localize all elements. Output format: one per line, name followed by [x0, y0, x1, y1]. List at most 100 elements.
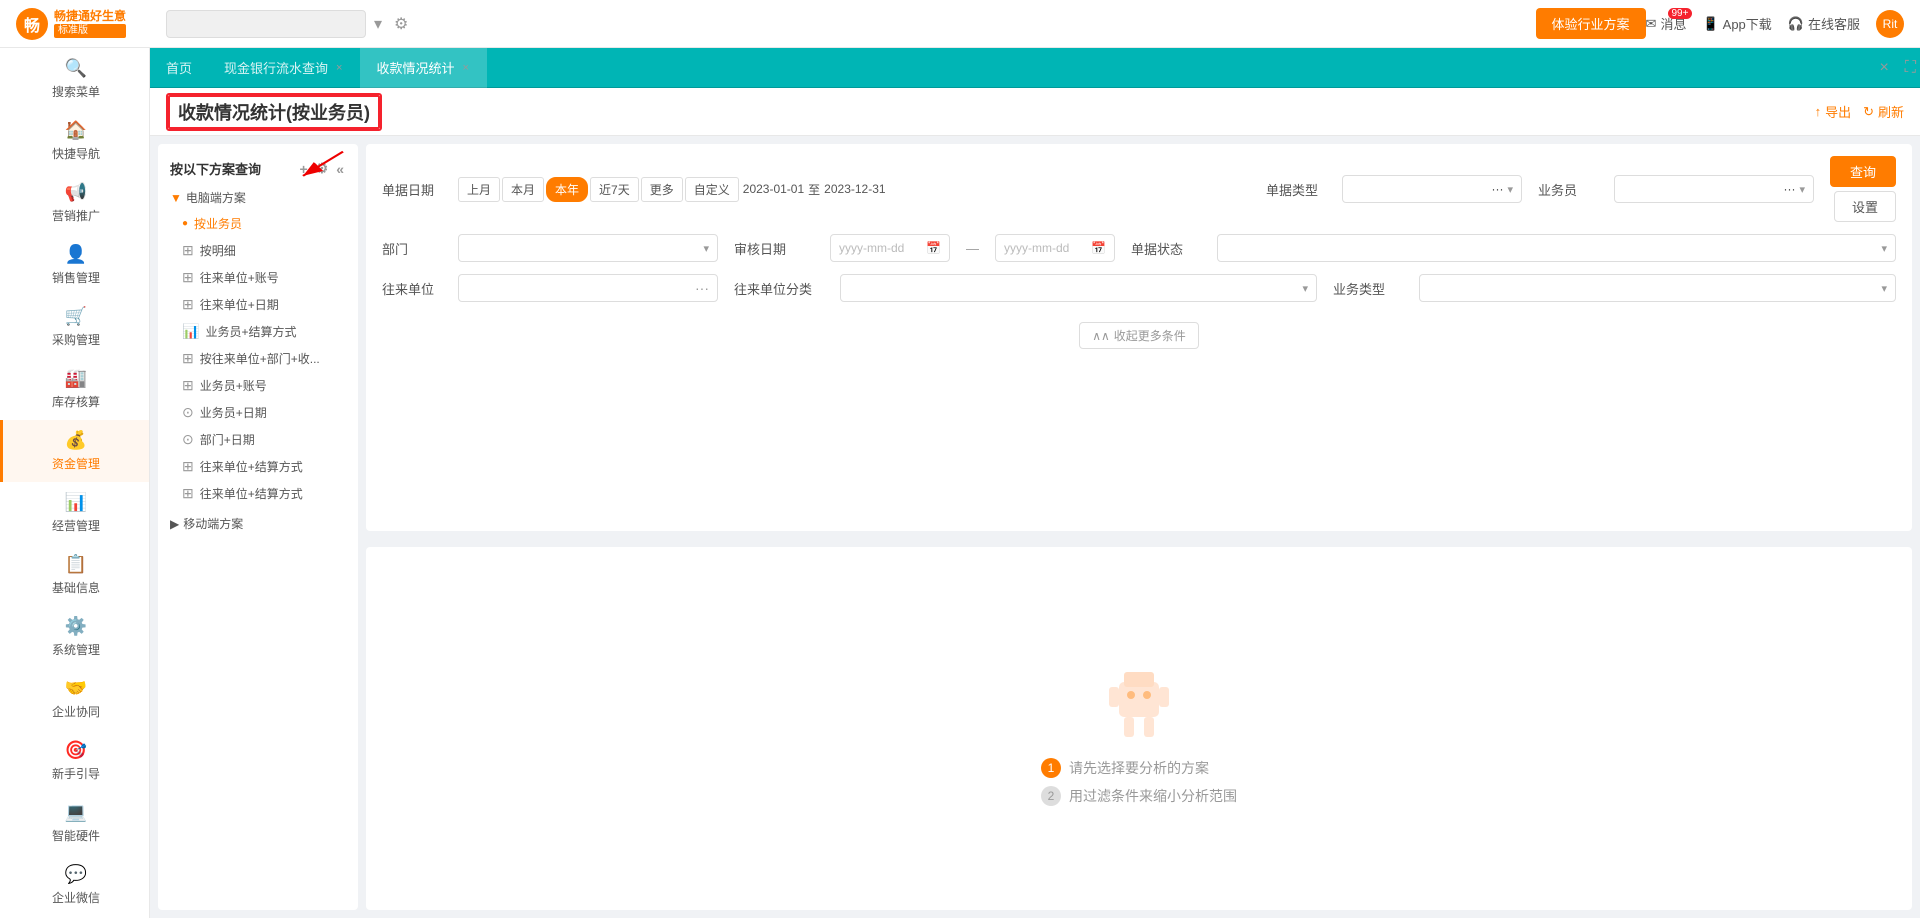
sidebar-item-operation[interactable]: 📊 经营管理	[0, 482, 149, 544]
date-btn-more[interactable]: 更多	[641, 177, 683, 202]
date-btn-custom[interactable]: 自定义	[685, 177, 739, 202]
sidebar: 🔍 搜索菜单 🏠 快捷导航 📢 营销推广 👤 销售管理 🛒 采购管理 🏭 库存核…	[0, 48, 150, 918]
sidebar-item-wechat[interactable]: 💬 企业微信	[0, 854, 149, 916]
scheme-add-icon[interactable]: +	[297, 159, 309, 179]
sidebar-item-finance[interactable]: 💰 资金管理	[0, 420, 149, 482]
doc-status-label: 单据状态	[1131, 239, 1201, 258]
search-dropdown-icon[interactable]: ▾	[374, 14, 382, 34]
sidebar-item-basic[interactable]: 📋 基础信息	[0, 544, 149, 606]
salesperson-select[interactable]: ··· ▾	[1614, 175, 1814, 203]
marketing-icon: 📢	[65, 182, 87, 203]
date-btn-7days[interactable]: 近7天	[590, 177, 639, 202]
query-btn[interactable]: 查询	[1830, 156, 1896, 187]
date-from: 2023-01-01	[743, 182, 804, 196]
filter-panel: 单据日期 上月 本月 本年 近7天 更多 自定义 2023-	[366, 144, 1912, 531]
tab-home[interactable]: 首页	[150, 48, 208, 88]
settings-gear-icon[interactable]: ⚙	[394, 14, 408, 34]
main-layout: 🔍 搜索菜单 🏠 快捷导航 📢 营销推广 👤 销售管理 🛒 采购管理 🏭 库存核…	[0, 48, 1920, 918]
review-date-from[interactable]: yyyy-mm-dd 📅	[830, 234, 950, 262]
biz-type-select[interactable]: ▾	[1419, 274, 1896, 302]
counterpart-category-select[interactable]: ▾	[840, 274, 1317, 302]
scheme-item-dept-date[interactable]: ⊙ 部门+日期	[158, 426, 358, 453]
calendar-to-icon: 📅	[1091, 241, 1106, 255]
sidebar-item-quick-nav[interactable]: 🏠 快捷导航	[0, 110, 149, 172]
sidebar-item-inventory[interactable]: 🏭 库存核算	[0, 358, 149, 420]
tab-bank-flow-close[interactable]: ×	[334, 62, 344, 74]
tab-maximize-icon[interactable]: ⛶	[1901, 55, 1920, 81]
biz-type-chevron-icon: ▾	[1881, 282, 1887, 295]
review-to-placeholder: yyyy-mm-dd	[1004, 241, 1069, 255]
sidebar-item-search[interactable]: 🔍 搜索菜单	[0, 48, 149, 110]
doc-type-more-icon[interactable]: ···	[1491, 182, 1503, 196]
doc-type-select[interactable]: ··· ▾	[1342, 175, 1522, 203]
scheme-item-salesperson-account[interactable]: ⊞ 业务员+账号	[158, 372, 358, 399]
dept-date-icon: ⊙	[182, 431, 194, 448]
sidebar-item-enterprise[interactable]: 🤝 企业协同	[0, 668, 149, 730]
settings-btn[interactable]: 设置	[1834, 191, 1896, 222]
empty-state: 1 请先选择要分析的方案 2 用过滤条件来缩小分析范围	[366, 547, 1912, 910]
partner-dept-icon: ⊞	[182, 350, 194, 367]
finance-icon: 💰	[65, 430, 87, 451]
user-avatar[interactable]: Rit	[1876, 10, 1904, 38]
partner-date-icon: ⊞	[182, 296, 194, 313]
export-label: 导出	[1825, 102, 1851, 121]
scheme-item-partner-dept[interactable]: ⊞ 按往来单位+部门+收...	[158, 345, 358, 372]
message-btn[interactable]: ✉ 消息 99+	[1646, 14, 1687, 33]
export-btn[interactable]: ↑ 导出	[1815, 102, 1852, 121]
salesperson-account-icon: ⊞	[182, 377, 194, 394]
counterpart-category-label: 往来单位分类	[734, 279, 824, 298]
user-name: Rit	[1883, 17, 1898, 31]
sidebar-item-label: 资金管理	[52, 455, 100, 472]
scheme-group-desktop[interactable]: ▼ 电脑端方案	[158, 185, 358, 210]
review-from-placeholder: yyyy-mm-dd	[839, 241, 904, 255]
dept-select[interactable]: ▾	[458, 234, 718, 262]
scheme-item-salesperson-settle[interactable]: 📊 业务员+结算方式	[158, 318, 358, 345]
app-download-btn[interactable]: 📱 App下载	[1702, 14, 1771, 33]
sidebar-item-system[interactable]: ⚙️ 系统管理	[0, 606, 149, 668]
scheme-item-partner-settle2[interactable]: ⊞ 往来单位+结算方式	[158, 480, 358, 507]
trial-btn[interactable]: 体验行业方案	[1536, 8, 1646, 39]
collapse-btn[interactable]: ∧∧ 收起更多条件	[1079, 322, 1199, 349]
counterpart-label: 往来单位	[382, 279, 442, 298]
tab-close-window-icon[interactable]: ×	[1875, 55, 1892, 81]
scheme-item-label: 按业务员	[194, 215, 242, 232]
review-date-to[interactable]: yyyy-mm-dd 📅	[995, 234, 1115, 262]
search-input[interactable]	[166, 10, 366, 38]
hardware-icon: 💻	[65, 802, 87, 823]
counterpart-more-icon[interactable]: ···	[695, 280, 709, 296]
filter-row-1: 单据日期 上月 本月 本年 近7天 更多 自定义 2023-	[382, 156, 1896, 222]
doc-status-select[interactable]: ▾	[1217, 234, 1896, 262]
sidebar-item-purchase[interactable]: 🛒 采购管理	[0, 296, 149, 358]
doc-type-label: 单据类型	[1266, 180, 1326, 199]
sidebar-item-label: 经营管理	[52, 517, 100, 534]
scheme-item-partner-settle1[interactable]: ⊞ 往来单位+结算方式	[158, 453, 358, 480]
date-btn-this-month[interactable]: 本月	[502, 177, 544, 202]
scheme-settings-icon[interactable]: ⚙	[314, 158, 331, 179]
date-btn-this-year[interactable]: 本年	[546, 177, 588, 202]
sidebar-item-sales[interactable]: 👤 销售管理	[0, 234, 149, 296]
scheme-collapse-icon[interactable]: «	[334, 159, 346, 179]
scheme-item-label: 业务员+结算方式	[205, 323, 296, 340]
tab-home-label: 首页	[166, 58, 192, 77]
scheme-item-partner-date[interactable]: ⊞ 往来单位+日期	[158, 291, 358, 318]
sidebar-item-label: 企业协同	[52, 703, 100, 720]
salesperson-more-icon[interactable]: ···	[1783, 182, 1795, 196]
scheme-item-by-detail[interactable]: ⊞ 按明细	[158, 237, 358, 264]
scheme-item-salesperson-date[interactable]: ⊙ 业务员+日期	[158, 399, 358, 426]
counterpart-input[interactable]: ···	[458, 274, 718, 302]
tab-collection-close[interactable]: ×	[460, 62, 470, 74]
sidebar-item-marketing[interactable]: 📢 营销推广	[0, 172, 149, 234]
refresh-btn[interactable]: ↻ 刷新	[1863, 102, 1904, 121]
scheme-item-partner-account[interactable]: ⊞ 往来单位+账号	[158, 264, 358, 291]
scheme-item-by-salesperson[interactable]: ● 按业务员	[158, 210, 358, 237]
sidebar-item-hardware[interactable]: 💻 智能硬件	[0, 792, 149, 854]
date-btn-last-month[interactable]: 上月	[458, 177, 500, 202]
collapse-label: 收起更多条件	[1114, 327, 1186, 344]
tab-bank-flow[interactable]: 现金银行流水查询 ×	[208, 48, 360, 88]
scheme-group-mobile[interactable]: ▶ 移动端方案	[158, 511, 358, 536]
scheme-item-label: 往来单位+日期	[200, 296, 279, 313]
filter-row-3: 往来单位 ··· 往来单位分类 ▾ 业务类型 ▾	[382, 274, 1896, 302]
sidebar-item-guide[interactable]: 🎯 新手引导	[0, 730, 149, 792]
tab-collection[interactable]: 收款情况统计 ×	[360, 48, 486, 88]
online-service-btn[interactable]: 🎧 在线客服	[1788, 14, 1860, 33]
